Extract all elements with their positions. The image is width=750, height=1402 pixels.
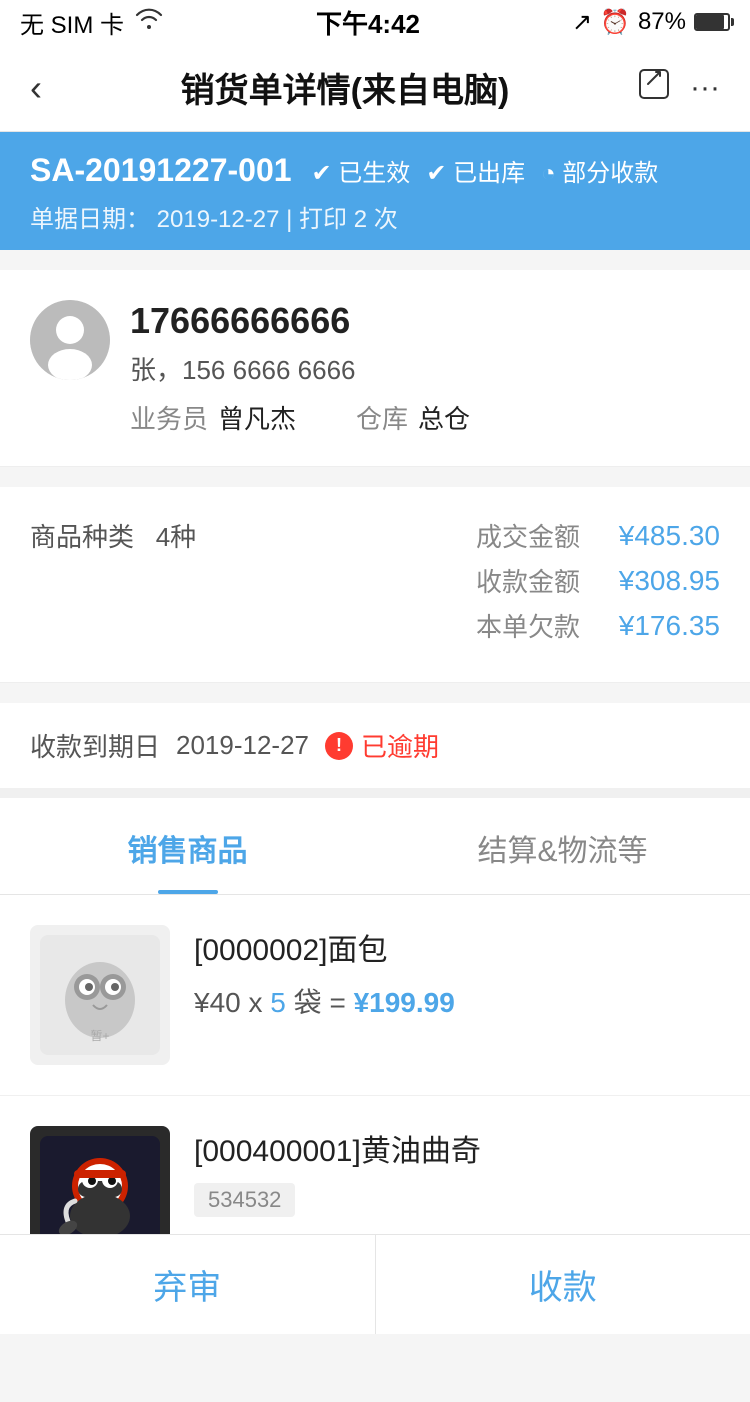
back-button[interactable]: ‹ — [20, 57, 52, 119]
alarm-icon: ⏰ — [600, 8, 630, 37]
page-title: 销货单详情(来自电脑) — [52, 63, 638, 112]
wifi-icon — [134, 8, 164, 37]
location-icon: ↗ — [572, 8, 592, 37]
badge-shipped: ✔ 已出库 — [426, 153, 525, 188]
product-total-1: ¥199.99 — [354, 987, 455, 1018]
owed-amount-row: 本单欠款 ¥176.35 — [476, 607, 720, 644]
sales-label: 业务员 — [130, 399, 208, 436]
status-left: 无 SIM 卡 — [20, 5, 164, 40]
tab-settlement[interactable]: 结算&物流等 — [375, 798, 750, 894]
print-separator: | 打印 — [286, 206, 347, 233]
warehouse-value: 总仓 — [418, 399, 470, 436]
deal-amount-label: 成交金额 — [476, 517, 580, 554]
customer-section: 17666666666 张，156 6666 6666 业务员 曾凡杰 仓库 总… — [0, 270, 750, 467]
owed-amount-label: 本单欠款 — [476, 607, 580, 644]
more-icon[interactable]: ··· — [690, 71, 720, 105]
due-section: 收款到期日 2019-12-27 ! 已逾期 — [0, 703, 750, 798]
bottom-bar: 弃审 收款 — [0, 1234, 750, 1334]
product-qty-1: 5 — [270, 987, 286, 1018]
warehouse-meta: 仓库 总仓 — [356, 399, 470, 436]
svg-text:暂+: 暂+ — [90, 1029, 109, 1043]
battery-icon — [694, 13, 730, 31]
customer-phone: 17666666666 — [130, 300, 720, 342]
warehouse-label: 仓库 — [356, 399, 408, 436]
owed-amount-value: ¥176.35 — [600, 610, 720, 642]
print-count: 2 — [354, 206, 367, 233]
deal-amount-row: 成交金额 ¥485.30 — [476, 517, 720, 554]
product-info-1: [0000002]面包 ¥40 x 5 袋 = ¥199.99 — [194, 925, 720, 1021]
product-name-1: [0000002]面包 — [194, 925, 720, 969]
banner-date-row: 单据日期： 2019-12-27 | 打印 2 次 — [30, 199, 720, 234]
sales-meta: 业务员 曾凡杰 — [130, 399, 296, 436]
overdue-icon: ! — [325, 732, 353, 760]
product-thumb-1: 暂+ — [30, 925, 170, 1065]
status-badges: ✔ 已生效 ✔ 已出库 ◔ 部分收款 — [312, 153, 659, 188]
customer-meta: 业务员 曾凡杰 仓库 总仓 — [130, 399, 720, 436]
nav-bar: ‹ 销货单详情(来自电脑) ··· — [0, 44, 750, 132]
category-label: 商品种类 — [30, 522, 134, 552]
category-count: 4种 — [156, 522, 196, 552]
status-right: ↗ ⏰ 87% — [572, 8, 730, 37]
nav-actions: ··· — [638, 68, 720, 108]
product-price-row-1: ¥40 x 5 袋 = ¥199.99 — [194, 981, 720, 1021]
status-bar: 无 SIM 卡 下午4:42 ↗ ⏰ 87% — [0, 0, 750, 44]
customer-name: 张，156 6666 6666 — [130, 350, 720, 387]
product-sku-2: 534532 — [194, 1183, 295, 1217]
header-banner: SA-20191227-001 ✔ 已生效 ✔ 已出库 ◔ 部分收款 单据日期：… — [0, 132, 750, 250]
product-name-2: [000400001]黄油曲奇 — [194, 1126, 720, 1170]
list-item: 暂+ [0000002]面包 ¥40 x 5 袋 = ¥199.99 — [0, 895, 750, 1096]
sales-person: 曾凡杰 — [218, 399, 296, 436]
due-date: 2019-12-27 — [176, 730, 309, 761]
battery-text: 87% — [638, 8, 686, 36]
collect-payment-button[interactable]: 收款 — [376, 1235, 750, 1334]
status-time: 下午4:42 — [316, 4, 420, 41]
overdue-badge: ! 已逾期 — [325, 727, 439, 764]
due-label: 收款到期日 — [30, 727, 160, 764]
product-price-1: ¥40 — [194, 987, 241, 1018]
received-amount-label: 收款金额 — [476, 562, 580, 599]
received-amount-value: ¥308.95 — [600, 565, 720, 597]
product-unit-1: 袋 — [294, 987, 322, 1018]
summary-right: 成交金额 ¥485.30 收款金额 ¥308.95 本单欠款 ¥176.35 — [476, 517, 720, 652]
order-id: SA-20191227-001 — [30, 152, 292, 189]
customer-info: 17666666666 张，156 6666 6666 业务员 曾凡杰 仓库 总… — [130, 300, 720, 436]
received-amount-row: 收款金额 ¥308.95 — [476, 562, 720, 599]
share-icon[interactable] — [638, 68, 670, 108]
badge-effective: ✔ 已生效 — [312, 153, 411, 188]
avatar — [30, 300, 110, 380]
tab-sales-products[interactable]: 销售商品 — [0, 798, 375, 894]
cancel-review-button[interactable]: 弃审 — [0, 1235, 376, 1334]
badge-partial: ◔ 部分收款 — [541, 153, 658, 188]
order-date: 2019-12-27 — [157, 206, 280, 233]
carrier-text: 无 SIM 卡 — [20, 5, 124, 40]
banner-row1: SA-20191227-001 ✔ 已生效 ✔ 已出库 ◔ 部分收款 — [30, 152, 720, 189]
tabs: 销售商品 结算&物流等 — [0, 798, 750, 895]
print-suffix: 次 — [374, 206, 398, 233]
summary-section: 商品种类 4种 成交金额 ¥485.30 收款金额 ¥308.95 本单欠款 ¥… — [0, 487, 750, 683]
overdue-label: 已逾期 — [361, 727, 439, 764]
summary-left: 商品种类 4种 — [30, 517, 196, 554]
deal-amount-value: ¥485.30 — [600, 520, 720, 552]
date-label: 单据日期： — [30, 206, 150, 233]
